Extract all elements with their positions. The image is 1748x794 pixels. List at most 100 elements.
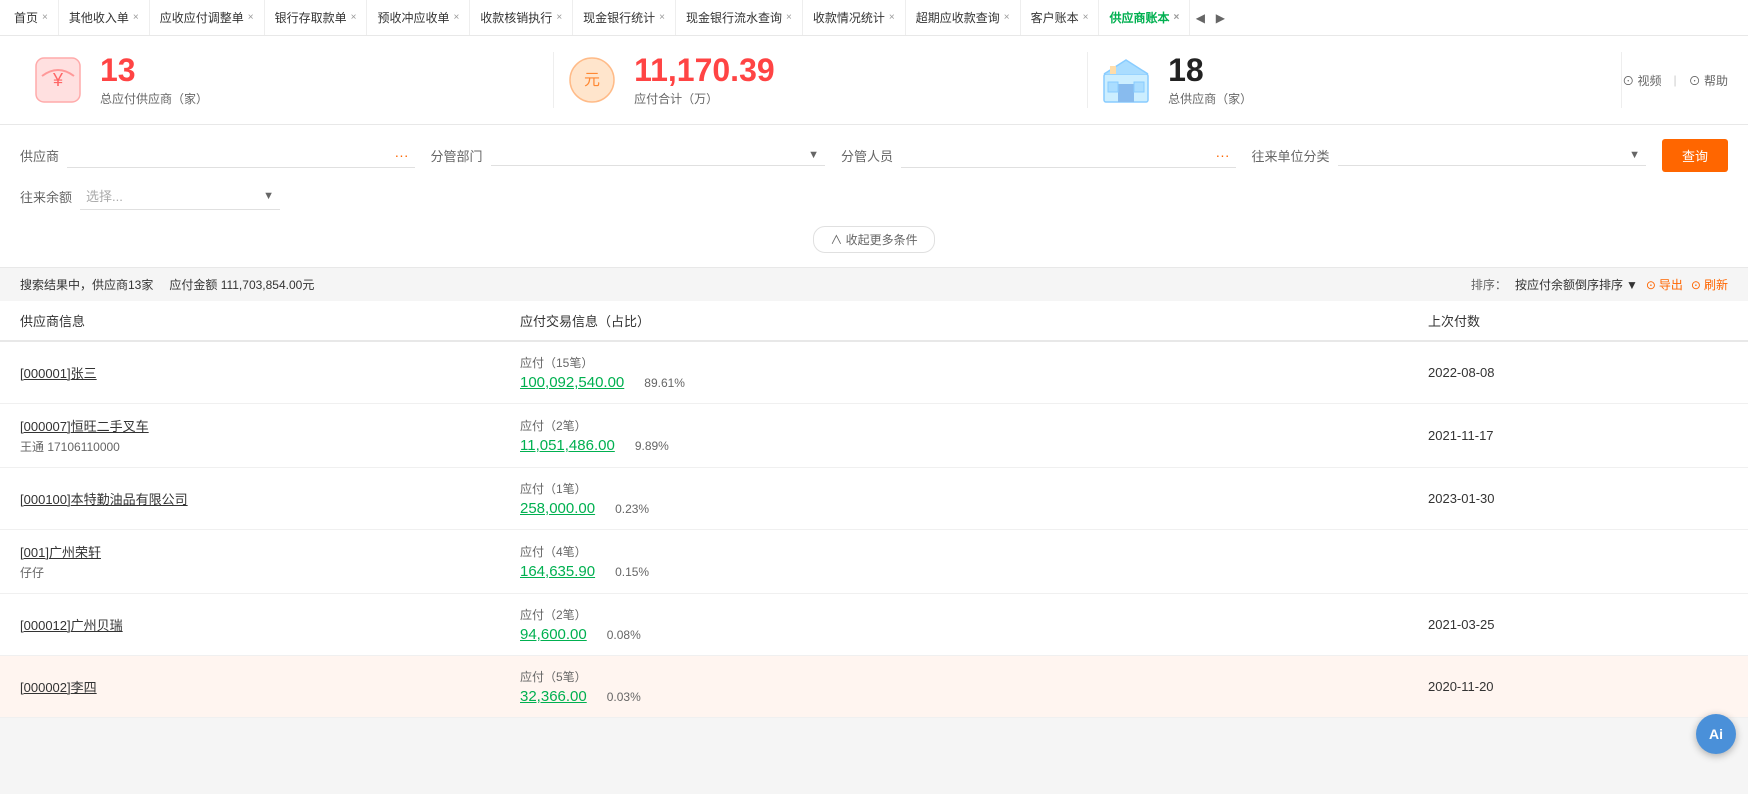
svg-text:¥: ¥ <box>52 70 64 90</box>
card2-number: 11,170.39 <box>634 54 775 86</box>
supplier-info-6: [000002]李四 <box>20 677 520 696</box>
payable-percent-5: 0.08% <box>607 628 641 642</box>
nav-prev[interactable]: ◀ <box>1190 0 1210 36</box>
supplier-sub-2: 王通 17106110000 <box>20 438 520 455</box>
export-button[interactable]: ⊙ 导出 <box>1646 276 1683 293</box>
payable-label-4: 应付（4笔） <box>520 543 1428 560</box>
balance-chevron-icon: ▼ <box>263 190 274 202</box>
result-actions: 排序： 按应付余额倒序排序 ▼ ⊙ 导出 ⊙ 刷新 <box>1471 276 1728 293</box>
close-ar-ap-tab[interactable]: × <box>248 12 254 23</box>
payable-amount-2[interactable]: 11,051,486.00 <box>520 437 615 454</box>
payable-amount-6[interactable]: 32,366.00 <box>520 688 587 705</box>
result-count: 搜索结果中，供应商13家 <box>20 276 153 293</box>
supplier-sub-4: 仔仔 <box>20 564 520 581</box>
nav-tab-cash-bank-stat[interactable]: 现金银行统计 × <box>573 0 676 36</box>
category-filter: 往来单位分类 ▼ <box>1252 145 1647 166</box>
person-input[interactable]: ··· <box>901 143 1235 168</box>
nav-tab-advance-receivable[interactable]: 预收冲应收单 × <box>367 0 470 36</box>
nav-tab-receipt-stat[interactable]: 收款情况统计 × <box>803 0 906 36</box>
video-link[interactable]: ⊙ 视频 <box>1622 72 1661 89</box>
filter-row-2: 往来余额 选择... ▼ <box>20 182 1728 210</box>
category-label: 往来单位分类 <box>1252 146 1330 165</box>
dept-filter: 分管部门 ▼ <box>431 145 826 166</box>
payable-amount-5[interactable]: 94,600.00 <box>520 626 587 643</box>
supplier-link-4[interactable]: [001]广州荣轩 <box>20 542 520 561</box>
person-dots-icon[interactable]: ··· <box>1216 147 1230 163</box>
sort-label: 排序： <box>1471 276 1507 293</box>
close-bank-tab[interactable]: × <box>351 12 357 23</box>
supplier-input[interactable]: ··· <box>67 143 414 168</box>
nav-tab-home[interactable]: 首页 × <box>4 0 59 36</box>
nav-tab-supplier-ledger[interactable]: 供应商账本 × <box>1099 0 1190 36</box>
close-overdue-tab[interactable]: × <box>1004 12 1010 23</box>
svg-text:元: 元 <box>584 72 600 89</box>
dept-chevron-icon: ▼ <box>808 149 819 161</box>
close-other-income-tab[interactable]: × <box>133 12 139 23</box>
category-dropdown[interactable]: ▼ <box>1338 145 1646 166</box>
payable-percent-1: 89.61% <box>644 376 685 390</box>
card3-number: 18 <box>1168 54 1252 86</box>
table-row: [000012]广州贝瑞 应付（2笔） 94,600.00 0.08% 2021… <box>0 594 1748 656</box>
person-filter: 分管人员 ··· <box>841 143 1236 168</box>
payable-percent-3: 0.23% <box>615 502 649 516</box>
supplier-link-1[interactable]: [000001]张三 <box>20 363 520 382</box>
supplier-info-3: [000100]本特勤油品有限公司 <box>20 489 520 508</box>
supplier-link-2[interactable]: [000007]恒旺二手叉车 <box>20 416 520 435</box>
close-customer-ledger-tab[interactable]: × <box>1083 12 1089 23</box>
close-receipt-stat-tab[interactable]: × <box>889 12 895 23</box>
table-row: [000002]李四 应付（5笔） 32,366.00 0.03% 2020-1… <box>0 656 1748 718</box>
supplier-info-4: [001]广州荣轩 仔仔 <box>20 542 520 581</box>
nav-tab-customer-ledger[interactable]: 客户账本 × <box>1021 0 1100 36</box>
supplier-link-5[interactable]: [000012]广州贝瑞 <box>20 615 520 634</box>
nav-tab-bank-deposit[interactable]: 银行存取款单 × <box>265 0 368 36</box>
close-cash-bank-stat-tab[interactable]: × <box>659 12 665 23</box>
filter-row-1: 供应商 ··· 分管部门 ▼ 分管人员 ··· 往来单位分类 <box>20 139 1728 172</box>
help-link[interactable]: ⊙ 帮助 <box>1689 72 1728 89</box>
payable-amount-3[interactable]: 258,000.00 <box>520 500 595 517</box>
payable-amount-1[interactable]: 100,092,540.00 <box>520 374 624 391</box>
close-cash-bank-flow-tab[interactable]: × <box>786 12 792 23</box>
payable-label-5: 应付（2笔） <box>520 606 1428 623</box>
balance-placeholder: 选择... <box>86 186 123 205</box>
store-icon <box>1098 52 1154 108</box>
nav-tab-receipt-verify[interactable]: 收款核销执行 × <box>470 0 573 36</box>
summary-card-total-suppliers: 18 总供应商（家） <box>1088 52 1622 108</box>
person-label: 分管人员 <box>841 146 893 165</box>
ai-button[interactable]: Ai <box>1696 714 1736 754</box>
card3-text: 18 总供应商（家） <box>1168 54 1252 107</box>
supplier-filter: 供应商 ··· <box>20 143 415 168</box>
refresh-button[interactable]: ⊙ 刷新 <box>1691 276 1728 293</box>
close-home-tab[interactable]: × <box>42 12 48 23</box>
nav-tab-cash-bank-flow[interactable]: 现金银行流水查询 × <box>676 0 803 36</box>
supplier-dots-icon[interactable]: ··· <box>395 147 409 163</box>
table-row: [000001]张三 应付（15笔） 100,092,540.00 89.61%… <box>0 342 1748 404</box>
nav-tab-other-income[interactable]: 其他收入单 × <box>59 0 150 36</box>
close-supplier-ledger-tab[interactable]: × <box>1173 12 1179 23</box>
supplier-link-3[interactable]: [000100]本特勤油品有限公司 <box>20 489 520 508</box>
sort-chevron-icon: ▼ <box>1626 278 1638 292</box>
last-pay-2: 2021-11-17 <box>1428 428 1728 443</box>
card1-label: 总应付供应商（家） <box>100 90 208 107</box>
summary-actions: ⊙ 视频 | ⊙ 帮助 <box>1622 72 1728 89</box>
payable-label-2: 应付（2笔） <box>520 417 1428 434</box>
col-header-lastpay: 上次付数 <box>1428 311 1728 330</box>
nav-next[interactable]: ▶ <box>1210 0 1230 36</box>
last-pay-5: 2021-03-25 <box>1428 617 1728 632</box>
nav-tab-overdue-receivable[interactable]: 超期应收款查询 × <box>906 0 1021 36</box>
close-receipt-verify-tab[interactable]: × <box>556 12 562 23</box>
search-button[interactable]: 查询 <box>1662 139 1728 172</box>
col-header-payable: 应付交易信息（占比） <box>520 311 1428 330</box>
nav-tab-ar-ap-adjust[interactable]: 应收应付调整单 × <box>150 0 265 36</box>
dept-dropdown[interactable]: ▼ <box>491 145 825 166</box>
balance-dropdown[interactable]: 选择... ▼ <box>80 182 280 210</box>
payable-info-6: 应付（5笔） 32,366.00 0.03% <box>520 668 1428 705</box>
payable-amount-4[interactable]: 164,635.90 <box>520 563 595 580</box>
summary-card-payable-suppliers: ¥ 13 总应付供应商（家） <box>20 52 554 108</box>
supplier-link-6[interactable]: [000002]李四 <box>20 677 520 696</box>
table-row: [000100]本特勤油品有限公司 应付（1笔） 258,000.00 0.23… <box>0 468 1748 530</box>
close-advance-tab[interactable]: × <box>453 12 459 23</box>
collapse-button[interactable]: ∧ 收起更多条件 <box>813 226 934 253</box>
balance-label: 往来余额 <box>20 187 72 206</box>
last-pay-6: 2020-11-20 <box>1428 679 1728 694</box>
sort-select[interactable]: 按应付余额倒序排序 ▼ <box>1515 276 1638 293</box>
